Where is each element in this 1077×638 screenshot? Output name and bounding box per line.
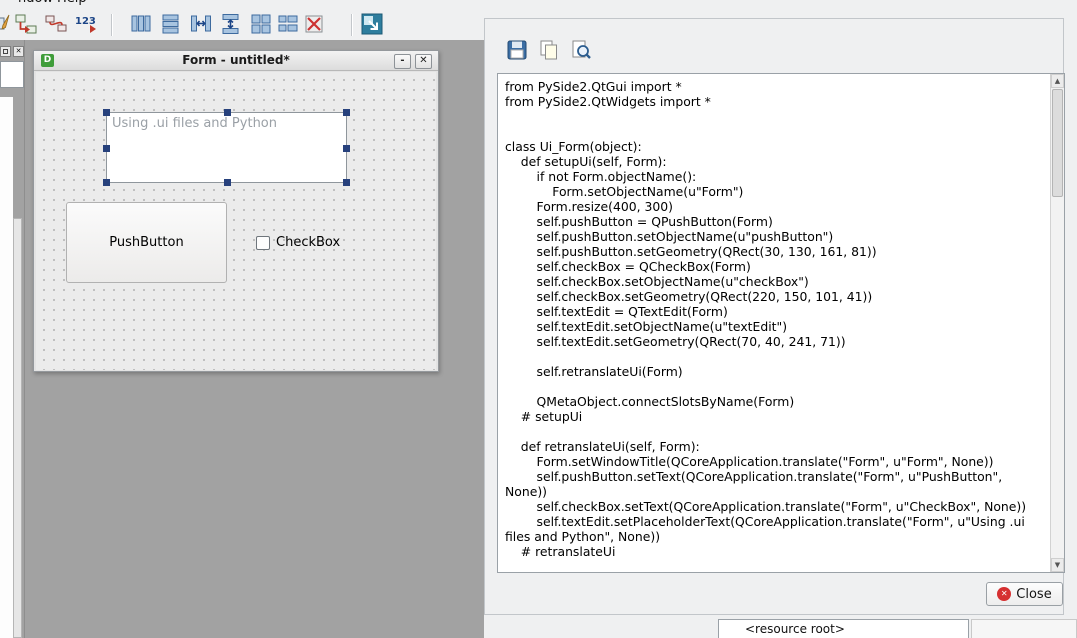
resource-side-panel [971,619,1077,638]
find-icon[interactable] [569,38,593,62]
layout-vertical-icon[interactable] [159,12,183,36]
close-button-label: Close [1016,587,1051,602]
save-icon[interactable] [505,38,529,62]
edit-buddies-icon[interactable] [44,12,68,36]
tab-order-arrow [90,25,96,33]
mdi-area: D Form - untitled* - ✕ Using .ui files a… [25,40,484,638]
close-dialog-button[interactable]: ✕ Close [986,582,1063,606]
toolbar-separator [351,14,352,36]
dock-close-button[interactable]: ✕ [13,46,24,57]
copy-icon[interactable] [537,38,561,62]
layout-vertical-splitter-glyph [219,12,243,36]
layout-vertical-splitter-icon[interactable] [219,12,243,36]
menu-item-window[interactable]: ndow [18,0,53,6]
minimize-button[interactable]: - [394,54,411,69]
code-preview-dialog: from PySide2.QtGui import * from PySide2… [484,18,1064,615]
filter-box-fragment[interactable] [0,61,24,88]
code-scrollbar[interactable]: ▲ ▼ [1050,74,1064,572]
edit-signals-slots-glyph [14,12,38,36]
break-layout-glyph [302,12,326,36]
adjust-size-glyph [360,12,384,36]
break-layout-icon[interactable] [302,12,326,36]
resize-handle-top-left[interactable] [103,109,110,116]
close-red-icon: ✕ [997,587,1011,601]
textedit-widget[interactable]: Using .ui files and Python [106,112,347,183]
save-glyph [505,38,529,62]
resize-handle-bottom-left[interactable] [103,179,110,186]
resize-handle-top-center[interactable] [224,109,231,116]
find-glyph [569,38,593,62]
resource-root-item[interactable]: <resource root> [745,622,845,636]
edit-buddies-glyph [44,12,68,36]
float-icon [3,49,8,54]
edit-tab-order-icon[interactable]: 123 [74,12,98,36]
layout-grid-icon[interactable] [249,12,273,36]
edit-widgets-icon[interactable] [0,12,12,36]
scroll-up-button[interactable]: ▲ [1051,74,1064,88]
resize-handle-bottom-center[interactable] [224,179,231,186]
layout-horizontal-splitter-icon[interactable] [189,12,213,36]
layout-horizontal-icon[interactable] [129,12,153,36]
layout-vertical-glyph [159,12,183,36]
copy-glyph [537,38,561,62]
code-text: from PySide2.QtGui import * from PySide2… [498,74,1050,572]
layout-form-icon[interactable] [276,12,300,36]
form-canvas[interactable]: Using .ui files and Python PushButton Ch… [36,72,436,370]
menubar: ndow Help [0,0,220,8]
menu-item-help[interactable]: Help [57,0,87,6]
resize-handle-bottom-right[interactable] [343,179,350,186]
layout-horizontal-glyph [129,12,153,36]
resource-tree-view: <resource root> [718,619,969,638]
checkbox-indicator[interactable] [256,236,270,250]
adjust-size-icon[interactable] [360,12,384,36]
resize-handle-middle-left[interactable] [103,145,110,152]
widget-list-scrollbar[interactable] [13,218,22,638]
dock-float-button[interactable] [0,46,11,57]
pushbutton-widget[interactable]: PushButton [66,202,227,283]
main-toolbar: 123 [0,12,484,40]
edit-signals-slots-icon[interactable] [14,12,38,36]
form-window-titlebar[interactable]: D Form - untitled* - ✕ [34,51,438,71]
form-window-title: Form - untitled* [34,53,438,67]
checkbox-label: CheckBox [276,235,340,250]
layout-horizontal-splitter-glyph [189,12,213,36]
form-editor-window: D Form - untitled* - ✕ Using .ui files a… [33,50,439,372]
resize-handle-top-right[interactable] [343,109,350,116]
textedit-placeholder: Using .ui files and Python [112,116,277,131]
edit-widgets-glyph [0,12,12,36]
widget-list-fragment[interactable] [0,97,13,638]
toolbar-separator [111,14,112,36]
layout-form-glyph [276,12,300,36]
scroll-down-button[interactable]: ▼ [1051,558,1064,572]
resource-browser-fragment: <resource root> [718,619,1077,638]
checkbox-widget[interactable]: CheckBox [256,222,357,263]
dock-close-icon: ✕ [16,47,22,55]
layout-grid-glyph [249,12,273,36]
close-button[interactable]: ✕ [415,54,432,69]
resize-handle-middle-right[interactable] [343,145,350,152]
code-view[interactable]: from PySide2.QtGui import * from PySide2… [497,73,1065,573]
widget-box-panel-fragment: ✕ [0,40,25,638]
scrollbar-thumb[interactable] [1052,89,1063,197]
